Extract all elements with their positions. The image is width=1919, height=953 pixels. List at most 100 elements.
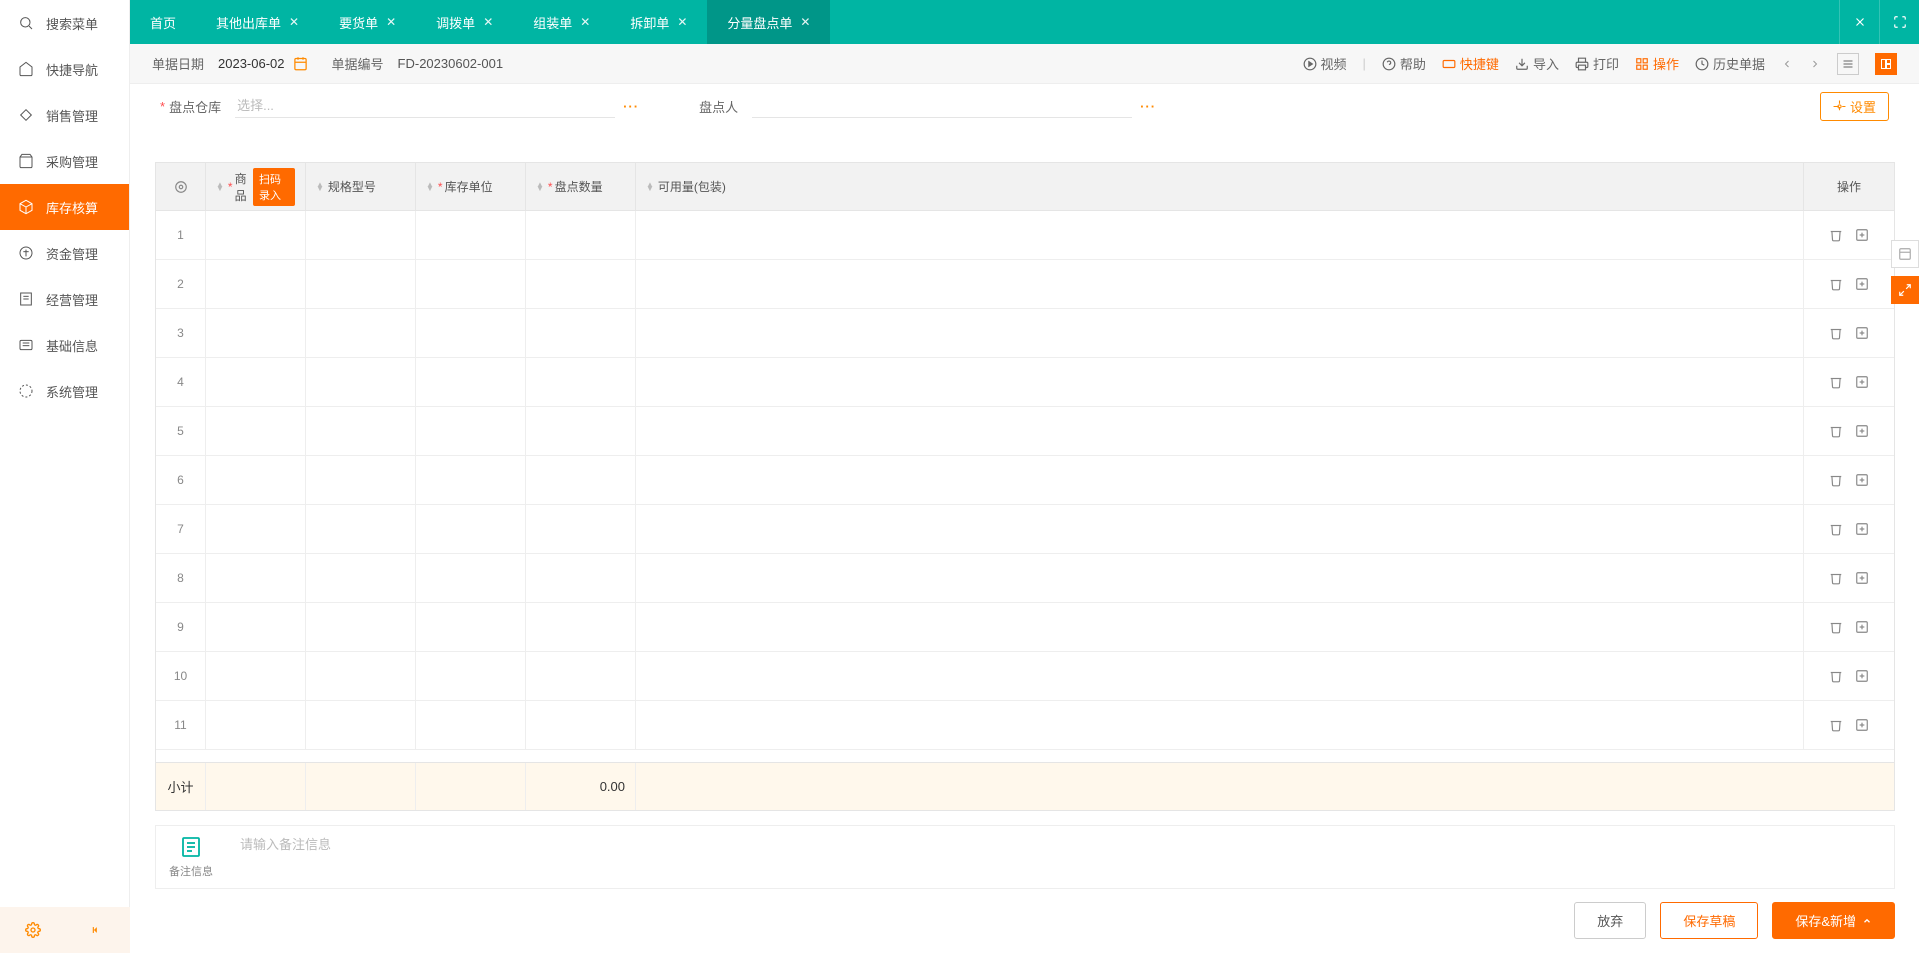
tab-close-icon[interactable]: ✕: [800, 15, 810, 29]
delete-row-icon[interactable]: [1829, 228, 1843, 242]
float-panel-button[interactable]: [1891, 240, 1919, 268]
delete-row-icon[interactable]: [1829, 571, 1843, 585]
view-card-button[interactable]: [1875, 53, 1897, 75]
settings-gear-button[interactable]: [0, 907, 65, 953]
sidebar-item-0[interactable]: 搜索菜单: [0, 0, 129, 46]
report-icon: [18, 291, 34, 307]
operate-link[interactable]: 操作: [1635, 54, 1679, 73]
col-available[interactable]: 可用量(包装): [658, 178, 726, 195]
table-row[interactable]: 11: [156, 701, 1894, 750]
calendar-icon[interactable]: [293, 56, 308, 71]
close-all-tabs-button[interactable]: [1839, 0, 1879, 44]
header-actions: 视频 | 帮助 快捷键 导入 打印 操作 历史单据: [1303, 53, 1898, 75]
delete-row-icon[interactable]: [1829, 669, 1843, 683]
tab-close-icon[interactable]: ✕: [580, 15, 590, 29]
settings-button[interactable]: 设置: [1820, 92, 1889, 121]
person-more-icon[interactable]: ···: [1140, 99, 1156, 114]
sidebar-item-2[interactable]: 销售管理: [0, 92, 129, 138]
table-row[interactable]: 7: [156, 505, 1894, 554]
tab-5[interactable]: 拆卸单✕: [610, 0, 707, 44]
tab-close-icon[interactable]: ✕: [386, 15, 396, 29]
table-row[interactable]: 1: [156, 211, 1894, 260]
add-row-icon[interactable]: [1855, 718, 1869, 732]
remarks-label: 备注信息: [169, 863, 213, 879]
delete-row-icon[interactable]: [1829, 473, 1843, 487]
add-row-icon[interactable]: [1855, 473, 1869, 487]
filter-row: * 盘点仓库 ··· 盘点人 ··· 设置: [130, 84, 1919, 128]
sidebar-item-8[interactable]: 系统管理: [0, 368, 129, 414]
collapse-sidebar-button[interactable]: [65, 907, 130, 953]
add-row-icon[interactable]: [1855, 620, 1869, 634]
delete-row-icon[interactable]: [1829, 277, 1843, 291]
delete-row-icon[interactable]: [1829, 326, 1843, 340]
float-expand-button[interactable]: [1891, 276, 1919, 304]
column-gear[interactable]: [156, 163, 206, 210]
delete-row-icon[interactable]: [1829, 522, 1843, 536]
sidebar-item-5[interactable]: 资金管理: [0, 230, 129, 276]
notes-icon: [179, 835, 203, 859]
footer-buttons: 放弃 保存草稿 保存&新增: [1574, 902, 1895, 939]
add-row-icon[interactable]: [1855, 424, 1869, 438]
history-link[interactable]: 历史单据: [1695, 54, 1765, 73]
person-input[interactable]: [752, 94, 1132, 118]
table-row[interactable]: 6: [156, 456, 1894, 505]
scan-badge[interactable]: 扫码录入: [253, 168, 295, 206]
video-link[interactable]: 视频: [1303, 54, 1347, 73]
table-row[interactable]: 10: [156, 652, 1894, 701]
add-row-icon[interactable]: [1855, 375, 1869, 389]
add-row-icon[interactable]: [1855, 669, 1869, 683]
col-spec[interactable]: 规格型号: [328, 178, 376, 195]
table-row[interactable]: 4: [156, 358, 1894, 407]
warehouse-more-icon[interactable]: ···: [623, 99, 639, 114]
col-qty[interactable]: 盘点数量: [555, 178, 603, 195]
delete-row-icon[interactable]: [1829, 424, 1843, 438]
items-table: ▲▼*商品扫码录入 ▲▼规格型号 ▲▼*库存单位 ▲▼*盘点数量 ▲▼可用量(包…: [155, 162, 1895, 811]
sidebar-item-4[interactable]: 库存核算: [0, 184, 129, 230]
remarks-input[interactable]: [226, 826, 1894, 888]
coin-icon: [18, 245, 34, 261]
col-unit[interactable]: 库存单位: [445, 178, 493, 195]
add-row-icon[interactable]: [1855, 522, 1869, 536]
tab-0[interactable]: 首页: [130, 0, 196, 44]
discard-button[interactable]: 放弃: [1574, 902, 1646, 939]
add-row-icon[interactable]: [1855, 277, 1869, 291]
import-link[interactable]: 导入: [1515, 54, 1559, 73]
table-row[interactable]: 9: [156, 603, 1894, 652]
tab-close-icon[interactable]: ✕: [289, 15, 299, 29]
add-row-icon[interactable]: [1855, 326, 1869, 340]
date-value[interactable]: 2023-06-02: [218, 56, 285, 71]
prev-arrow[interactable]: [1781, 58, 1793, 70]
help-link[interactable]: 帮助: [1382, 54, 1426, 73]
tab-close-icon[interactable]: ✕: [483, 15, 493, 29]
view-list-button[interactable]: [1837, 53, 1859, 75]
tab-4[interactable]: 组装单✕: [513, 0, 610, 44]
tab-6[interactable]: 分量盘点单✕: [707, 0, 830, 44]
col-product[interactable]: 商品: [235, 170, 251, 204]
sidebar-item-6[interactable]: 经营管理: [0, 276, 129, 322]
add-row-icon[interactable]: [1855, 571, 1869, 585]
print-link[interactable]: 打印: [1575, 54, 1619, 73]
fullscreen-button[interactable]: [1879, 0, 1919, 44]
tab-3[interactable]: 调拨单✕: [416, 0, 513, 44]
delete-row-icon[interactable]: [1829, 375, 1843, 389]
add-row-icon[interactable]: [1855, 228, 1869, 242]
sidebar-item-3[interactable]: 采购管理: [0, 138, 129, 184]
tab-close-icon[interactable]: ✕: [677, 15, 687, 29]
table-row[interactable]: 3: [156, 309, 1894, 358]
sidebar-item-1[interactable]: 快捷导航: [0, 46, 129, 92]
table-row[interactable]: 5: [156, 407, 1894, 456]
save-draft-button[interactable]: 保存草稿: [1660, 902, 1758, 939]
delete-row-icon[interactable]: [1829, 718, 1843, 732]
save-new-button[interactable]: 保存&新增: [1772, 902, 1895, 939]
next-arrow[interactable]: [1809, 58, 1821, 70]
sidebar-item-7[interactable]: 基础信息: [0, 322, 129, 368]
tab-1[interactable]: 其他出库单✕: [196, 0, 319, 44]
subtotal-label: 小计: [156, 763, 206, 810]
shortcut-link[interactable]: 快捷键: [1442, 54, 1499, 73]
delete-row-icon[interactable]: [1829, 620, 1843, 634]
tab-2[interactable]: 要货单✕: [319, 0, 416, 44]
warehouse-input[interactable]: [235, 94, 615, 118]
document-header: 单据日期 2023-06-02 单据编号 FD-20230602-001 视频 …: [130, 44, 1919, 84]
table-row[interactable]: 8: [156, 554, 1894, 603]
table-row[interactable]: 2: [156, 260, 1894, 309]
